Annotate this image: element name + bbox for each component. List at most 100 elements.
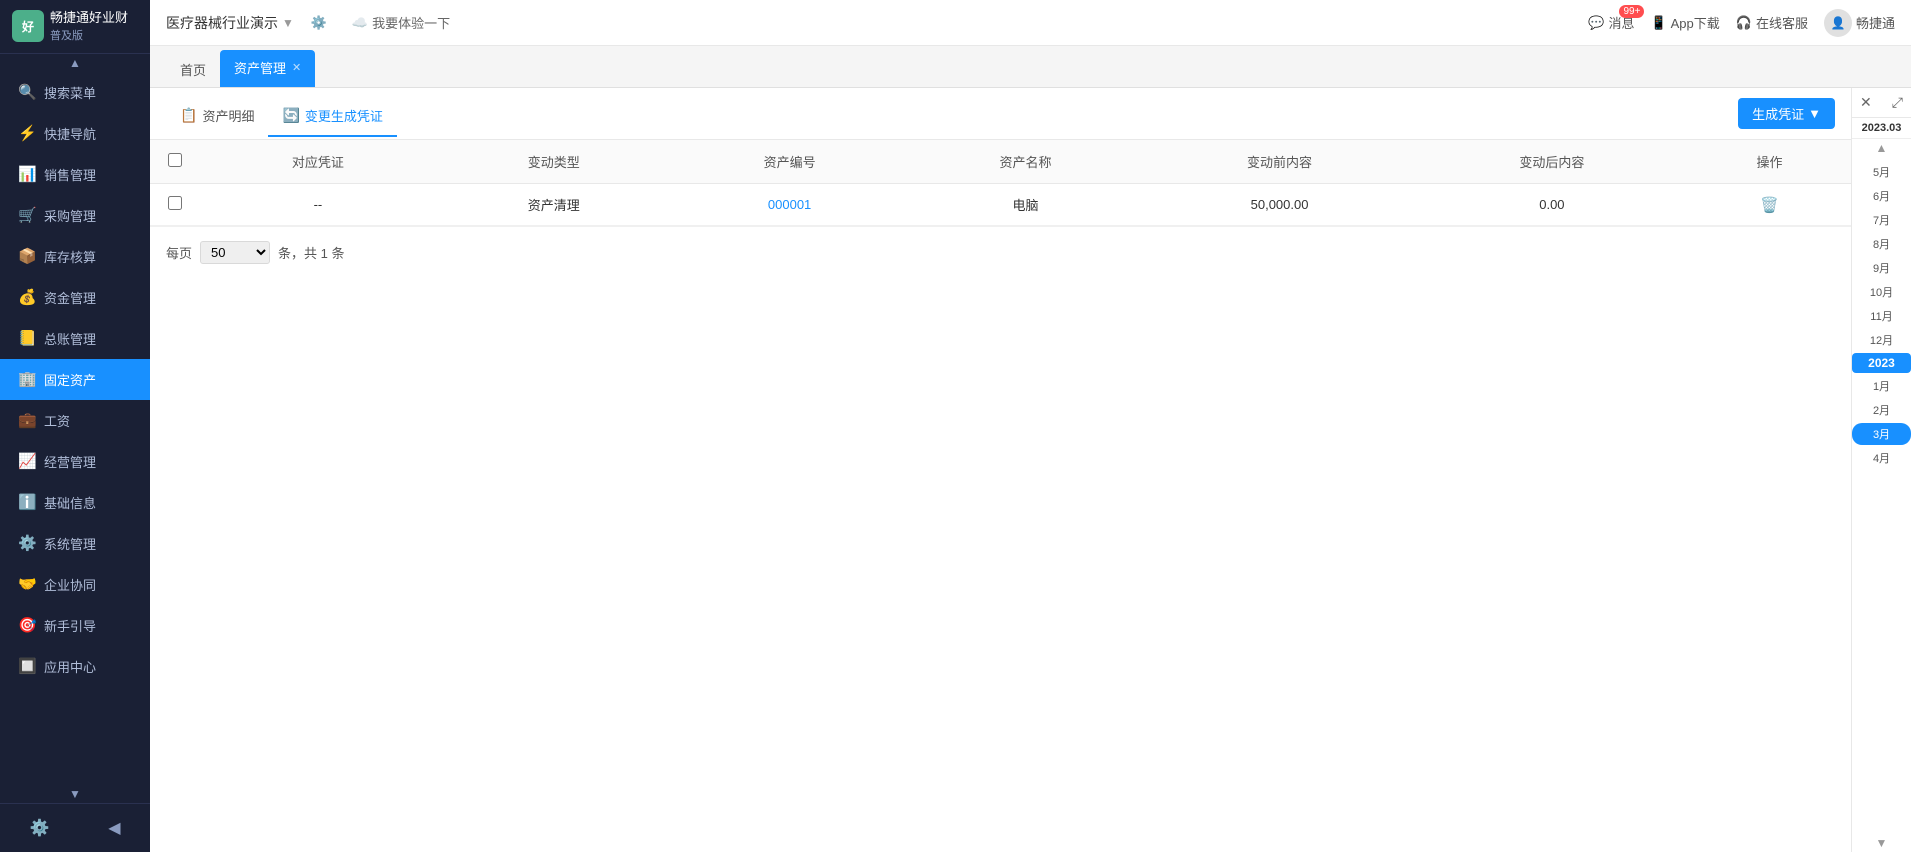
tab-asset-mgmt[interactable]: 资产管理 ✕	[220, 50, 315, 87]
timeline-month-9[interactable]: 9月	[1852, 257, 1911, 279]
sidebar-item-inventory[interactable]: 📦 库存核算	[0, 236, 150, 277]
delete-button[interactable]: 🗑️	[1760, 197, 1779, 214]
sidebar-label-guide: 新手引导	[44, 616, 96, 635]
timeline-items: 5月 6月 7月 8月 9月 10月 11月 12月 2023 1月 2月 3月…	[1852, 157, 1911, 834]
timeline-month-4[interactable]: 4月	[1852, 447, 1911, 469]
sidebar-item-funds[interactable]: 💰 资金管理	[0, 277, 150, 318]
timeline-month-10[interactable]: 10月	[1852, 281, 1911, 303]
avatar: 👤	[1824, 9, 1852, 37]
col-asset-name: 资产名称	[908, 140, 1144, 184]
sidebar-label-fixed-assets: 固定资产	[44, 370, 96, 389]
table-header-row: 对应凭证 变动类型 资产编号 资产名称 变动前内容 变动后内容 操作	[150, 140, 1851, 184]
timeline-month-1[interactable]: 1月	[1852, 375, 1911, 397]
tab-asset-mgmt-label: 资产管理	[234, 58, 286, 77]
row-after-content: 0.00	[1416, 184, 1688, 226]
experience-button[interactable]: ☁️ 我要体验一下	[344, 9, 458, 36]
sub-tab-change-voucher[interactable]: 🔄 变更生成凭证	[268, 100, 396, 137]
row-asset-code[interactable]: 000001	[672, 184, 908, 226]
sub-tab-asset-detail-label: 资产明细	[202, 106, 254, 125]
message-button[interactable]: 💬 消息 99+	[1588, 13, 1634, 32]
sidebar-item-basic-info[interactable]: ℹ️ 基础信息	[0, 482, 150, 523]
sidebar-label-search: 搜索菜单	[44, 83, 96, 102]
sidebar-item-payroll[interactable]: 💼 工资	[0, 400, 150, 441]
tab-close-icon[interactable]: ✕	[292, 61, 301, 74]
pagination-suffix: 条，共 1 条	[278, 243, 344, 262]
sidebar-label-basic-info: 基础信息	[44, 493, 96, 512]
sidebar-label-operations: 经营管理	[44, 452, 96, 471]
logo-text-block: 畅捷通好业财 普及版	[50, 10, 128, 43]
sub-tab-asset-detail[interactable]: 📋 资产明细	[166, 100, 268, 137]
tab-home-label: 首页	[180, 63, 206, 78]
settings-bottom-icon[interactable]: ⚙️	[25, 814, 53, 842]
table-container: 对应凭证 变动类型 资产编号 资产名称 变动前内容 变动后内容 操作	[150, 140, 1851, 226]
data-table: 对应凭证 变动类型 资产编号 资产名称 变动前内容 变动后内容 操作	[150, 140, 1851, 226]
sidebar-scroll-up[interactable]: ▲	[0, 54, 150, 72]
per-page-select[interactable]: 50 10 20 100	[200, 241, 270, 264]
tab-home[interactable]: 首页	[166, 52, 220, 87]
sidebar-label-payroll: 工资	[44, 411, 70, 430]
message-icon: 💬	[1588, 15, 1604, 31]
sidebar-item-system[interactable]: ⚙️ 系统管理	[0, 523, 150, 564]
row-change-type: 资产清理	[436, 184, 672, 226]
row-checkbox-cell	[150, 184, 200, 226]
sidebar: 好 畅捷通好业财 普及版 ▲ 🔍 搜索菜单 ⚡ 快捷导航 📊 销售管理 🛒 采购…	[0, 0, 150, 852]
sidebar-scroll-down[interactable]: ▼	[0, 785, 150, 803]
timeline-month-7[interactable]: 7月	[1852, 209, 1911, 231]
timeline-scroll-down[interactable]: ▼	[1852, 834, 1911, 852]
col-checkbox	[150, 140, 200, 184]
payroll-icon: 💼	[18, 411, 36, 429]
timeline-month-2[interactable]: 2月	[1852, 399, 1911, 421]
generate-voucher-button[interactable]: 生成凭证 ▼	[1738, 98, 1835, 129]
col-action: 操作	[1688, 140, 1851, 184]
sidebar-item-guide[interactable]: 🎯 新手引导	[0, 605, 150, 646]
company-selector[interactable]: 医疗器械行业演示 ▼	[166, 13, 294, 33]
sidebar-item-purchase[interactable]: 🛒 采购管理	[0, 195, 150, 236]
service-icon: 🎧	[1736, 15, 1752, 31]
sidebar-item-fixed-assets[interactable]: 🏢 固定资产	[0, 359, 150, 400]
generate-voucher-label: 生成凭证	[1752, 104, 1804, 123]
topbar-right: 💬 消息 99+ 📱 App下载 🎧 在线客服 👤 畅捷通	[1588, 9, 1895, 37]
timeline-close-icon[interactable]: ✕	[1860, 94, 1872, 111]
timeline-scroll-up[interactable]: ▲	[1852, 139, 1911, 157]
asset-detail-icon: 📋	[180, 107, 197, 124]
sidebar-item-app-center[interactable]: 🔲 应用中心	[0, 646, 150, 687]
row-checkbox[interactable]	[168, 196, 182, 210]
timeline-month-5[interactable]: 5月	[1852, 161, 1911, 183]
sidebar-item-operations[interactable]: 📈 经营管理	[0, 441, 150, 482]
timeline-month-3[interactable]: 3月	[1852, 423, 1911, 445]
sidebar-logo: 好 畅捷通好业财 普及版	[0, 0, 150, 54]
settings-button[interactable]: ⚙️	[304, 8, 334, 38]
basic-info-icon: ℹ️	[18, 493, 36, 511]
inventory-icon: 📦	[18, 247, 36, 265]
sidebar-label-enterprise: 企业协同	[44, 575, 96, 594]
timeline-expand-icon[interactable]: ⤢	[1892, 94, 1903, 111]
search-icon: 🔍	[18, 83, 36, 101]
app-center-icon: 🔲	[18, 657, 36, 675]
timeline-year-2023[interactable]: 2023	[1852, 353, 1911, 373]
timeline-month-11[interactable]: 11月	[1852, 305, 1911, 327]
sidebar-item-enterprise[interactable]: 🤝 企业协同	[0, 564, 150, 605]
col-before-content: 变动前内容	[1143, 140, 1415, 184]
app-download-button[interactable]: 📱 App下载	[1650, 13, 1719, 32]
row-before-content: 50,000.00	[1143, 184, 1415, 226]
tabbar: 首页 资产管理 ✕	[150, 46, 1911, 88]
sidebar-item-search[interactable]: 🔍 搜索菜单	[0, 72, 150, 113]
col-after-content: 变动后内容	[1416, 140, 1688, 184]
user-menu[interactable]: 👤 畅捷通	[1824, 9, 1895, 37]
operations-icon: 📈	[18, 452, 36, 470]
sidebar-bottom: ⚙️ ◀	[0, 803, 150, 852]
username: 畅捷通	[1856, 13, 1895, 32]
row-voucher: --	[200, 184, 436, 226]
collapse-icon[interactable]: ◀	[104, 814, 124, 842]
sidebar-item-sales[interactable]: 📊 销售管理	[0, 154, 150, 195]
select-all-checkbox[interactable]	[168, 153, 182, 167]
online-service-button[interactable]: 🎧 在线客服	[1736, 13, 1808, 32]
logo-icon: 好	[12, 10, 44, 42]
fixed-assets-icon: 🏢	[18, 370, 36, 388]
timeline-month-12[interactable]: 12月	[1852, 329, 1911, 351]
sidebar-item-ledger[interactable]: 📒 总账管理	[0, 318, 150, 359]
timeline-month-6[interactable]: 6月	[1852, 185, 1911, 207]
sidebar-label-inventory: 库存核算	[44, 247, 96, 266]
sidebar-item-quick-nav[interactable]: ⚡ 快捷导航	[0, 113, 150, 154]
timeline-month-8[interactable]: 8月	[1852, 233, 1911, 255]
